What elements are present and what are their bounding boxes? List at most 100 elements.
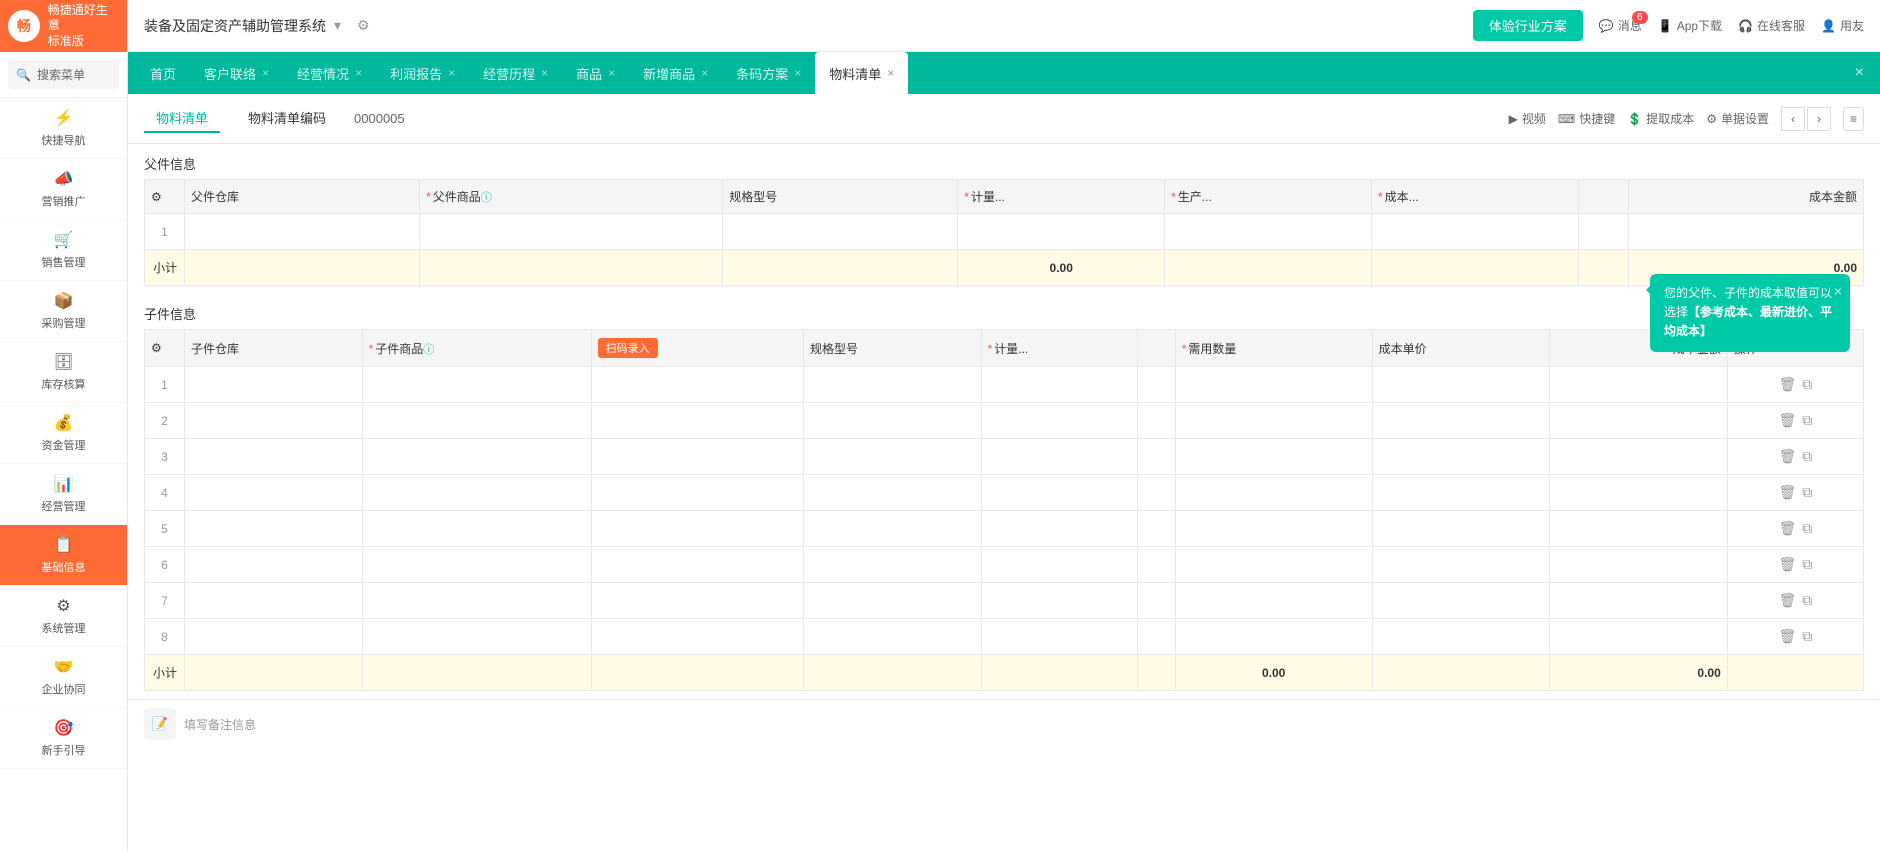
tab-operation-status[interactable]: 经营情况 ×	[283, 52, 376, 94]
tab-home[interactable]: 首页	[136, 52, 190, 94]
shortcut-action[interactable]: ⌨ 快捷键	[1558, 110, 1615, 127]
search-menu-button[interactable]: 🔍 搜索菜单	[8, 60, 119, 89]
parent-cell-unit-1[interactable]	[958, 214, 1165, 250]
app-logo: 畅	[8, 10, 40, 42]
nav-next-button[interactable]: ›	[1807, 107, 1831, 131]
parent-col-cost: *成本...	[1371, 180, 1578, 214]
parent-cell-spec-1[interactable]	[723, 214, 958, 250]
copy-icon-3[interactable]: ⧉	[1802, 448, 1812, 465]
sidebar-item-operation[interactable]: 📊 经营管理	[0, 464, 127, 525]
tab-customer[interactable]: 客户联络 ×	[190, 52, 283, 94]
child-subtotal-cost-amount: 0.00	[1550, 655, 1728, 691]
sub-tab-bom-list[interactable]: 物料清单	[144, 104, 220, 133]
search-icon: 🔍	[16, 68, 31, 82]
online-service-item[interactable]: 🎧 在线客服	[1738, 17, 1805, 34]
tab-close-customer[interactable]: ×	[262, 66, 269, 80]
tab-close-profit-report[interactable]: ×	[448, 66, 455, 80]
tooltip-close-button[interactable]: ×	[1834, 280, 1842, 302]
nav-prev-button[interactable]: ‹	[1781, 107, 1805, 131]
extract-cost-action[interactable]: 💲 提取成本	[1627, 110, 1694, 127]
tab-close-operation-status[interactable]: ×	[355, 66, 362, 80]
tab-new-product[interactable]: 新增商品 ×	[629, 52, 722, 94]
shortcut-icon: ⌨	[1558, 112, 1575, 126]
sidebar-item-marketing[interactable]: 📣 营销推广	[0, 159, 127, 220]
parent-cell-warehouse-1[interactable]	[185, 214, 420, 250]
delete-icon-7[interactable]: 🗑	[1778, 592, 1796, 609]
copy-icon-7[interactable]: ⧉	[1802, 592, 1812, 609]
sidebar-item-guide[interactable]: 🎯 新手引导	[0, 708, 127, 769]
sidebar-item-basic[interactable]: 📋 基础信息	[0, 525, 127, 586]
delete-icon-8[interactable]: 🗑	[1778, 628, 1796, 645]
view-action[interactable]: ▶ 视频	[1509, 110, 1546, 127]
tab-barcode[interactable]: 条码方案 ×	[722, 52, 815, 94]
child-cell-warehouse-1[interactable]	[185, 367, 363, 403]
child-cell-spec-1[interactable]	[804, 367, 982, 403]
sidebar-item-quick-nav[interactable]: ⚡ 快捷导航	[0, 98, 127, 159]
trial-button[interactable]: 体验行业方案	[1473, 10, 1583, 41]
copy-icon-1[interactable]: ⧉	[1802, 376, 1812, 393]
parent-col-settings[interactable]: ⚙	[145, 180, 185, 214]
child-cell-qty-1[interactable]	[1175, 367, 1372, 403]
settings-icon[interactable]: ⚙	[357, 17, 370, 34]
tab-products[interactable]: 商品 ×	[562, 52, 629, 94]
tab-bom[interactable]: 物料清单 ×	[815, 52, 908, 94]
layout-toggle-button[interactable]: ≡	[1843, 107, 1864, 131]
sub-tab-bom-code[interactable]: 物料清单编码	[236, 104, 338, 133]
scan-button[interactable]: 扫码录入	[598, 338, 658, 358]
child-cell-unit-cost-2[interactable]	[1372, 403, 1550, 439]
tab-operation-history[interactable]: 经营历程 ×	[469, 52, 562, 94]
bottom-note-icon[interactable]: 📝	[144, 708, 176, 740]
tab-close-bom[interactable]: ×	[887, 66, 894, 80]
sidebar-item-enterprise[interactable]: 🤝 企业协同	[0, 647, 127, 708]
copy-icon-8[interactable]: ⧉	[1802, 628, 1812, 645]
sub-header: 物料清单 物料清单编码 0000005 ▶ 视频 ⌨ 快捷键 💲 提取成本	[128, 94, 1880, 144]
sidebar-item-inventory[interactable]: 🗄 库存核算	[0, 342, 127, 403]
parent-cell-product-1[interactable]	[420, 214, 723, 250]
message-item[interactable]: 💬 消息 6	[1599, 17, 1642, 34]
sidebar-header: 畅 畅捷通好生意 标准版	[0, 0, 127, 52]
user-item[interactable]: 👤 用友	[1821, 17, 1864, 34]
tab-close-barcode[interactable]: ×	[794, 66, 801, 80]
child-cell-ops-1: 🗑 ⧉	[1727, 367, 1863, 403]
delete-icon-2[interactable]: 🗑	[1778, 412, 1796, 429]
sales-icon: 🛒	[54, 230, 74, 250]
tab-close-new-product[interactable]: ×	[701, 66, 708, 80]
delete-icon-3[interactable]: 🗑	[1778, 448, 1796, 465]
single-settings-action[interactable]: ⚙ 单据设置	[1706, 110, 1769, 127]
tab-profit-report[interactable]: 利润报告 ×	[376, 52, 469, 94]
child-col-extra	[1137, 330, 1175, 367]
copy-icon-4[interactable]: ⧉	[1802, 484, 1812, 501]
child-cell-warehouse-2[interactable]	[185, 403, 363, 439]
dropdown-arrow-icon[interactable]: ▾	[334, 17, 341, 34]
delete-icon-4[interactable]: 🗑	[1778, 484, 1796, 501]
child-cell-unit-cost-1[interactable]	[1372, 367, 1550, 403]
copy-icon-6[interactable]: ⧉	[1802, 556, 1812, 573]
child-col-settings[interactable]: ⚙	[145, 330, 185, 367]
child-subtotal-label: 小计	[145, 655, 185, 691]
child-cell-unit-1[interactable]	[981, 367, 1137, 403]
child-cell-qty-2[interactable]	[1175, 403, 1372, 439]
child-cell-spec-2[interactable]	[804, 403, 982, 439]
child-col-warehouse: 子件仓库	[185, 330, 363, 367]
delete-icon-1[interactable]: 🗑	[1778, 376, 1796, 393]
delete-icon-6[interactable]: 🗑	[1778, 556, 1796, 573]
tab-close-operation-history[interactable]: ×	[541, 66, 548, 80]
copy-icon-2[interactable]: ⧉	[1802, 412, 1812, 429]
sidebar-item-sales[interactable]: 🛒 销售管理	[0, 220, 127, 281]
parent-table: ⚙ 父件仓库 *父件商品ⓘ 规格型号 *计量... *生产... *成本... …	[144, 179, 1864, 286]
parent-cell-production-1[interactable]	[1165, 214, 1372, 250]
delete-icon-5[interactable]: 🗑	[1778, 520, 1796, 537]
child-cell-product-2[interactable]	[362, 403, 591, 439]
sidebar-item-finance[interactable]: 💰 资金管理	[0, 403, 127, 464]
tab-close-products[interactable]: ×	[608, 66, 615, 80]
copy-icon-5[interactable]: ⧉	[1802, 520, 1812, 537]
child-cell-product-1[interactable]	[362, 367, 591, 403]
sidebar-item-purchase[interactable]: 📦 采购管理	[0, 281, 127, 342]
message-icon: 💬	[1599, 19, 1614, 33]
parent-cell-cost-1[interactable]	[1371, 214, 1578, 250]
sidebar-item-system[interactable]: ⚙ 系统管理	[0, 586, 127, 647]
child-subtotal-qty: 0.00	[1175, 655, 1372, 691]
close-all-tabs-button[interactable]: ×	[1847, 60, 1872, 86]
app-download-item[interactable]: 📱 App下载	[1658, 17, 1722, 34]
child-cell-unit-2[interactable]	[981, 403, 1137, 439]
